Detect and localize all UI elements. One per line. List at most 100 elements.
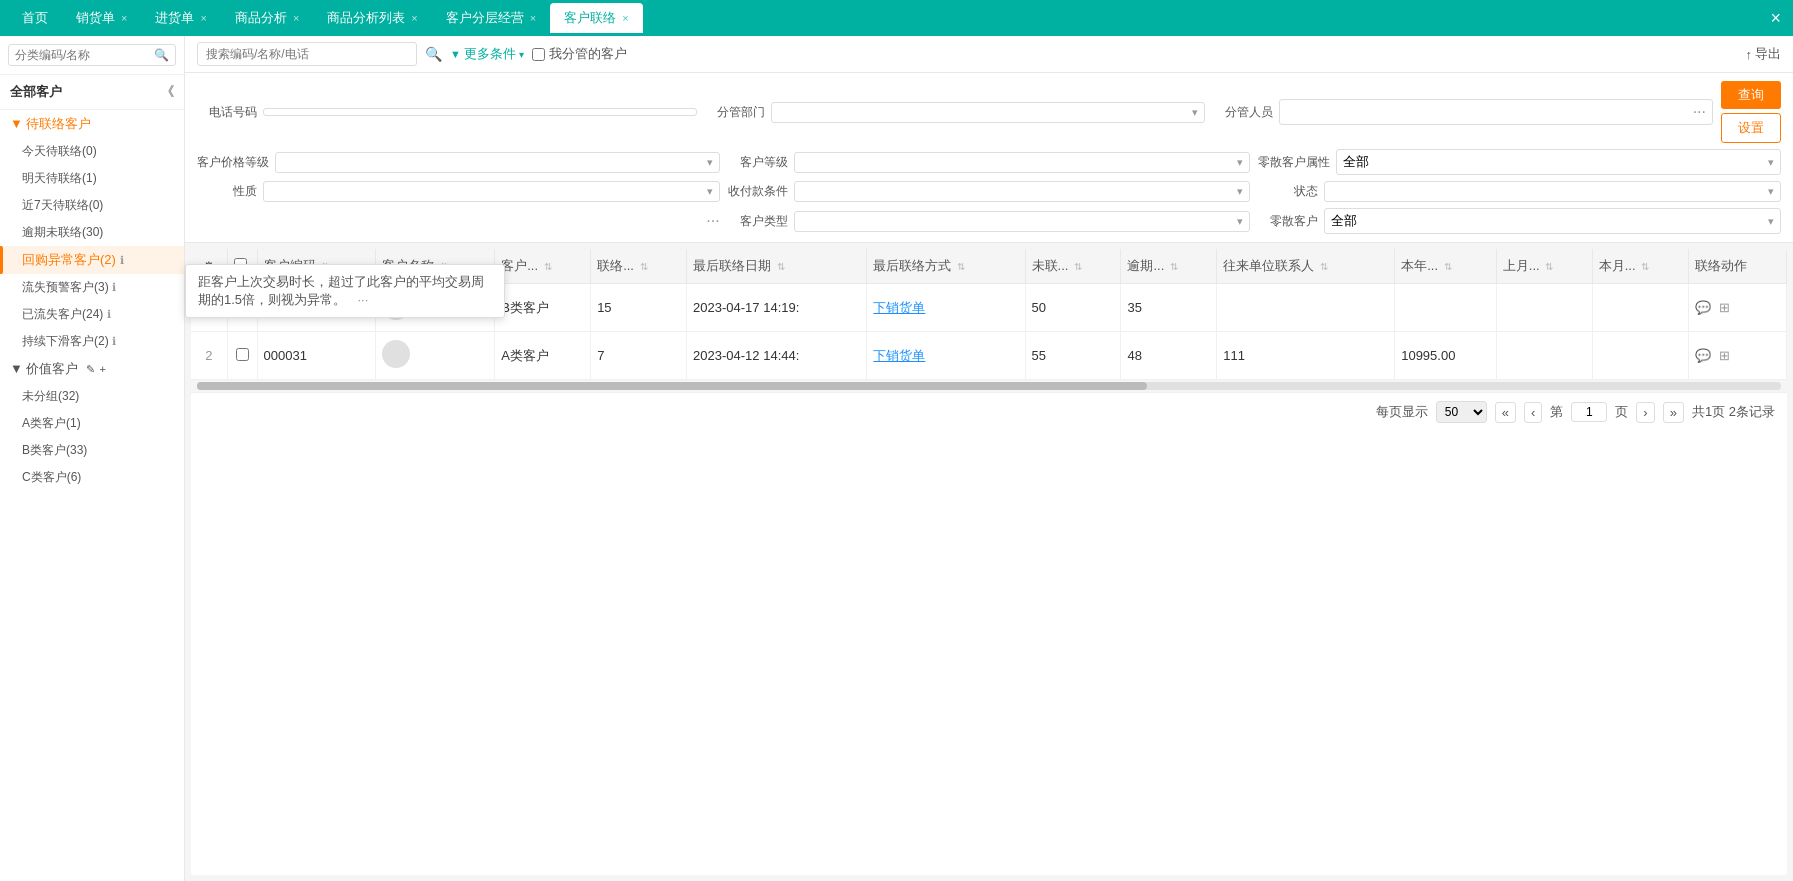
- per-page-label: 每页显示: [1376, 403, 1428, 421]
- row2-checkbox[interactable]: [227, 332, 257, 380]
- sidebar-item-ungrouped[interactable]: 未分组(32): [0, 383, 184, 410]
- search-input[interactable]: [197, 42, 417, 66]
- sort-this-month[interactable]: ⇅: [1641, 261, 1649, 272]
- close-tab-product-analysis[interactable]: ×: [293, 12, 299, 24]
- per-page-select[interactable]: 50 20 100: [1436, 401, 1487, 423]
- more-conditions-button[interactable]: ▼ 更多条件 ▾: [450, 45, 524, 63]
- first-page-button[interactable]: «: [1495, 402, 1516, 423]
- retail-customer-label: 零散客户: [1258, 213, 1318, 230]
- col-last-contact-date: 最后联络日期 ⇅: [687, 249, 867, 284]
- add-icon[interactable]: +: [99, 363, 105, 375]
- row2-grid-icon[interactable]: ⊞: [1719, 348, 1730, 363]
- staff-dots[interactable]: ···: [1693, 103, 1706, 121]
- customer-type-select[interactable]: ▾: [794, 211, 1251, 232]
- sort-this-year[interactable]: ⇅: [1444, 261, 1452, 272]
- horizontal-scrollbar[interactable]: [191, 380, 1787, 392]
- row1-grid-icon[interactable]: ⊞: [1719, 300, 1730, 315]
- retail-customer-select[interactable]: 全部 ▾: [1324, 208, 1781, 234]
- row2-this-year: 10995.00: [1395, 332, 1497, 380]
- dept-select[interactable]: ▾: [771, 102, 1205, 123]
- tab-home[interactable]: 首页: [8, 3, 62, 33]
- export-button[interactable]: ↑ 导出: [1746, 45, 1782, 63]
- status-select[interactable]: ▾: [1324, 181, 1781, 202]
- sidebar-search-icon[interactable]: 🔍: [154, 48, 169, 62]
- row2-uncontacted: 55: [1025, 332, 1121, 380]
- sort-overdue[interactable]: ⇅: [1170, 261, 1178, 272]
- sidebar-collapse-icon[interactable]: 《: [161, 83, 174, 101]
- close-tab-product-analysis-list[interactable]: ×: [411, 12, 417, 24]
- sidebar-item-churned[interactable]: 已流失客户(24) ℹ: [0, 301, 184, 328]
- row2-code: 000031: [257, 332, 376, 380]
- sidebar-item-tomorrow[interactable]: 明天待联络(1): [0, 165, 184, 192]
- page-input[interactable]: [1571, 402, 1607, 422]
- tab-sales-order[interactable]: 销货单 ×: [62, 3, 141, 33]
- last-page-button[interactable]: »: [1663, 402, 1684, 423]
- row2-last-contact-method[interactable]: 下销货单: [867, 332, 1025, 380]
- tab-customer-segmentation[interactable]: 客户分层经营 ×: [432, 3, 550, 33]
- sidebar-group-pending: ▼ 待联络客户 今天待联络(0) 明天待联络(1) 近7天待联络(0) 逾期未联…: [0, 110, 184, 246]
- row1-last-month: [1496, 284, 1592, 332]
- my-customers-checkbox[interactable]: [532, 48, 545, 61]
- sort-last-contact-method[interactable]: ⇅: [957, 261, 965, 272]
- next-page-button[interactable]: ›: [1636, 402, 1654, 423]
- retail-attr-select[interactable]: 全部 ▾: [1336, 149, 1781, 175]
- row2-overdue: 48: [1121, 332, 1217, 380]
- sidebar-search-input[interactable]: [8, 44, 176, 66]
- tab-product-analysis-list[interactable]: 商品分析列表 ×: [313, 3, 431, 33]
- tab-product-analysis[interactable]: 商品分析 ×: [221, 3, 313, 33]
- sidebar-item-7days[interactable]: 近7天待联络(0): [0, 192, 184, 219]
- col-level: 客户... ⇅: [495, 249, 591, 284]
- close-tab-purchase-order[interactable]: ×: [200, 12, 206, 24]
- row2-chat-icon[interactable]: 💬: [1695, 348, 1711, 363]
- sort-level[interactable]: ⇅: [544, 261, 552, 272]
- col-last-contact-method: 最后联络方式 ⇅: [867, 249, 1025, 284]
- tooltip-dots: ···: [357, 292, 368, 307]
- sidebar-item-declining[interactable]: 持续下滑客户(2) ℹ: [0, 328, 184, 355]
- sidebar-header: 全部客户 《: [0, 75, 184, 110]
- sidebar-item-b-class[interactable]: B类客户(33): [0, 437, 184, 464]
- staff-select[interactable]: ···: [1279, 99, 1713, 125]
- row2-last-month: [1496, 332, 1592, 380]
- sort-last-contact-date[interactable]: ⇅: [777, 261, 785, 272]
- sidebar-item-today[interactable]: 今天待联络(0): [0, 138, 184, 165]
- total-label: 共1页 2条记录: [1692, 403, 1775, 421]
- search-button[interactable]: 🔍: [425, 46, 442, 62]
- phone-input[interactable]: [263, 108, 697, 116]
- sidebar-item-a-class[interactable]: A类客户(1): [0, 410, 184, 437]
- price-level-chevron: ▾: [707, 156, 713, 169]
- sidebar-search-area: 🔍: [0, 36, 184, 75]
- sidebar-item-churn-warning[interactable]: 流失预警客户(3) ℹ: [0, 274, 184, 301]
- row4-dots[interactable]: ···: [706, 212, 719, 230]
- sidebar-item-overdue[interactable]: 逾期未联络(30): [0, 219, 184, 246]
- row1-chat-icon[interactable]: 💬: [1695, 300, 1711, 315]
- col-last-month: 上月... ⇅: [1496, 249, 1592, 284]
- gender-select[interactable]: ▾: [263, 181, 720, 202]
- info-icon: ℹ: [120, 254, 124, 267]
- close-tab-sales-order[interactable]: ×: [121, 12, 127, 24]
- sort-last-month[interactable]: ⇅: [1545, 261, 1553, 272]
- price-level-select[interactable]: ▾: [275, 152, 720, 173]
- sidebar-item-c-class[interactable]: C类客户(6): [0, 464, 184, 491]
- payment-select[interactable]: ▾: [794, 181, 1251, 202]
- tab-customer-contact[interactable]: 客户联络 ×: [550, 3, 642, 33]
- chevron-down-icon: ▾: [519, 49, 524, 60]
- tooltip-box: 距客户上次交易时长，超过了此客户的平均交易周期的1.5倍，则视为异常。 ···: [185, 264, 505, 318]
- sidebar-group-pending-label[interactable]: ▼ 待联络客户: [0, 110, 184, 138]
- edit-icon[interactable]: ✎: [86, 363, 95, 376]
- row2-level: A类客户: [495, 332, 591, 380]
- tab-purchase-order[interactable]: 进货单 ×: [141, 3, 220, 33]
- sidebar-group-value-label[interactable]: ▼ 价值客户 ✎ +: [0, 355, 184, 383]
- prev-page-button[interactable]: ‹: [1524, 402, 1542, 423]
- row2-contact-count: 7: [591, 332, 687, 380]
- customer-level-select[interactable]: ▾: [794, 152, 1251, 173]
- close-all-tabs[interactable]: ×: [1770, 8, 1781, 29]
- sort-uncontacted[interactable]: ⇅: [1074, 261, 1082, 272]
- query-button[interactable]: 查询: [1721, 81, 1781, 109]
- sort-contacts[interactable]: ⇅: [1320, 261, 1328, 272]
- settings-button[interactable]: 设置: [1721, 113, 1781, 143]
- sidebar-item-abnormal-repurchase[interactable]: 回购异常客户(2) ℹ: [0, 246, 184, 274]
- row1-last-contact-method[interactable]: 下销货单: [867, 284, 1025, 332]
- close-tab-customer-segmentation[interactable]: ×: [530, 12, 536, 24]
- close-tab-customer-contact[interactable]: ×: [622, 12, 628, 24]
- sort-contact-count[interactable]: ⇅: [640, 261, 648, 272]
